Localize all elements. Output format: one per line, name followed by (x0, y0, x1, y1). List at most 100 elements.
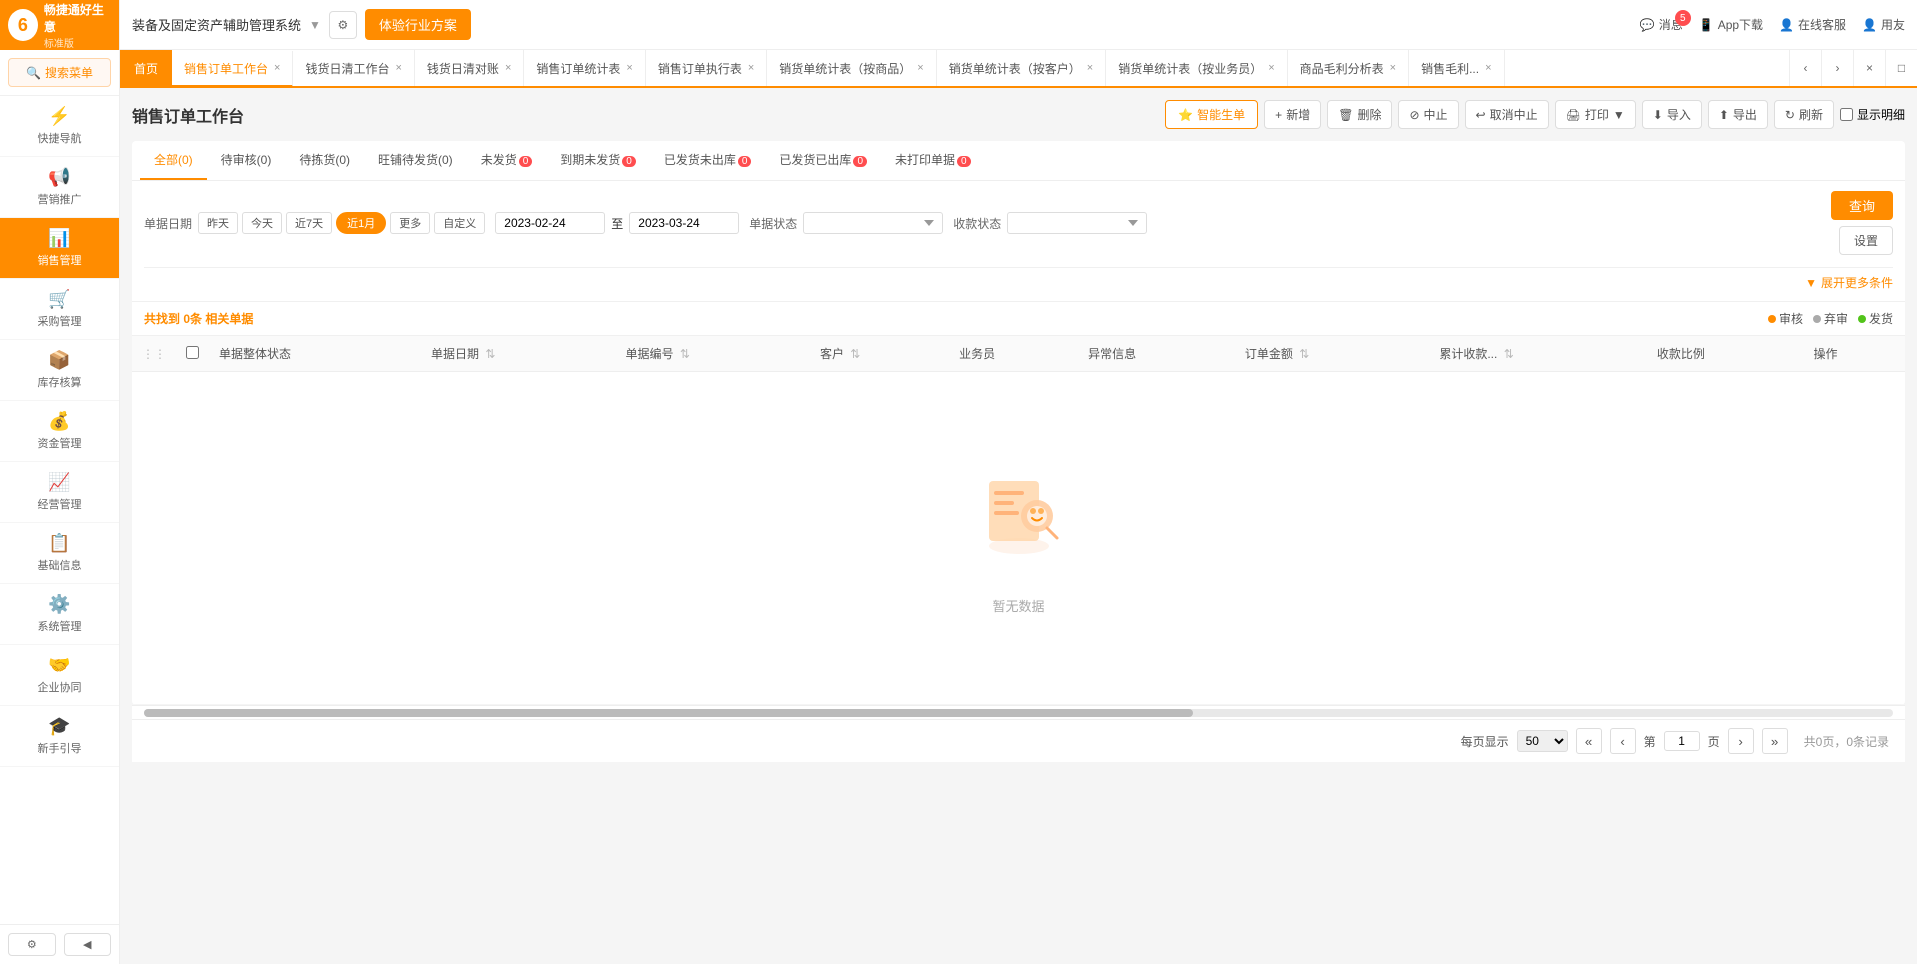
smart-create-button[interactable]: ⭐ 智能生单 (1165, 100, 1258, 129)
date-range-buttons: 昨天今天近7天近1月更多自定义 (198, 212, 485, 234)
filter-tab-shipped-not-out[interactable]: 已发货未出库0 (650, 141, 766, 180)
tab-close-sales-stats[interactable]: × (626, 62, 632, 74)
sidebar-item-finance[interactable]: 💰 资金管理 (0, 401, 119, 462)
add-button[interactable]: + 新增 (1264, 100, 1321, 129)
topbar-gear-button[interactable]: ⚙ (329, 11, 357, 39)
trash-icon: 🗑 (1338, 108, 1353, 122)
solution-button[interactable]: 体验行业方案 (365, 9, 471, 40)
tab-sales-stats[interactable]: 销售订单统计表× (524, 50, 645, 86)
filter-tab-wangpu-pending[interactable]: 旺铺待发货(0) (364, 141, 467, 180)
filter-tab-not-shipped[interactable]: 未发货0 (467, 141, 547, 180)
message-button[interactable]: 💬 消息 5 (1640, 16, 1683, 33)
tab-home[interactable]: 首页 (120, 50, 172, 86)
date-btn-昨天[interactable]: 昨天 (198, 212, 238, 234)
tab-close-all-button[interactable]: × (1853, 50, 1885, 86)
show-detail-checkbox[interactable] (1840, 108, 1853, 121)
user-button[interactable]: 👤 用友 (1862, 16, 1905, 33)
tab-close-cash-daily[interactable]: × (395, 62, 401, 74)
sidebar-item-sales[interactable]: 📊 销售管理 (0, 218, 119, 279)
filter-tab-shipped-out[interactable]: 已发货已出库0 (765, 141, 881, 180)
tab-next-button[interactable]: › (1821, 50, 1853, 86)
date-from-input[interactable] (495, 212, 605, 234)
sidebar-item-operation[interactable]: 📈 经营管理 (0, 462, 119, 523)
status-select[interactable] (803, 212, 943, 234)
payment-select[interactable] (1007, 212, 1147, 234)
show-detail-label[interactable]: 显示明细 (1840, 106, 1905, 123)
next-page-button[interactable]: › (1728, 728, 1754, 754)
online-service-button[interactable]: 👤 在线客服 (1779, 16, 1846, 33)
collapse-button[interactable]: ◀ (64, 933, 112, 956)
tab-prev-button[interactable]: ‹ (1789, 50, 1821, 86)
first-page-button[interactable]: « (1576, 728, 1602, 754)
tab-close-goods-stats-staff[interactable]: × (1268, 62, 1274, 74)
topbar-dropdown-icon[interactable]: ▼ (309, 18, 321, 32)
tab-close-goods-stats-product[interactable]: × (917, 62, 923, 74)
horizontal-scrollbar[interactable] (132, 705, 1905, 719)
date-btn-更多[interactable]: 更多 (390, 212, 430, 234)
filter-tab-pending-inspect[interactable]: 待拣货(0) (285, 141, 364, 180)
search-menu-button[interactable]: 🔍 搜索菜单 (8, 58, 111, 87)
tab-close-goods-stats-customer[interactable]: × (1087, 62, 1093, 74)
stop-label: 中止 (1424, 106, 1448, 123)
th-customer[interactable]: 客户 ⇅ (810, 336, 949, 372)
refresh-button[interactable]: ↻ 刷新 (1774, 100, 1834, 129)
sidebar-item-inventory[interactable]: 📦 库存核算 (0, 340, 119, 401)
set-button[interactable]: 设置 (1839, 226, 1893, 255)
tab-close-cash-reconcile[interactable]: × (505, 62, 511, 74)
tab-sales-workbench[interactable]: 销售订单工作台× (172, 51, 293, 87)
tab-sales-more[interactable]: 销售毛利...× (1409, 50, 1504, 86)
filter-tab-pending[interactable]: 待审核(0) (207, 141, 286, 180)
filter-tab-expired-not-shipped[interactable]: 到期未发货0 (546, 141, 650, 180)
scroll-thumb[interactable] (144, 709, 1193, 717)
date-btn-近7天[interactable]: 近7天 (286, 212, 332, 234)
prev-page-button[interactable]: ‹ (1610, 728, 1636, 754)
tab-cash-reconcile[interactable]: 钱货日清对账× (415, 50, 524, 86)
tab-cash-daily[interactable]: 钱货日清工作台× (293, 50, 414, 86)
import-button[interactable]: ⬇ 导入 (1642, 100, 1702, 129)
tab-close-sales-exec[interactable]: × (748, 62, 754, 74)
filter-tab-not-printed[interactable]: 未打印单据0 (881, 141, 985, 180)
sidebar-item-guide[interactable]: 🎓 新手引导 (0, 706, 119, 767)
tab-goods-stats-customer[interactable]: 销货单统计表（按客户）× (937, 50, 1106, 86)
tab-goods-stats-staff[interactable]: 销货单统计表（按业务员）× (1106, 50, 1287, 86)
delete-button[interactable]: 🗑 删除 (1327, 100, 1392, 129)
date-to-input[interactable] (629, 212, 739, 234)
th-collected[interactable]: 累计收款... ⇅ (1429, 336, 1647, 372)
page-input[interactable] (1664, 731, 1700, 751)
cancel-stop-button[interactable]: ↩ 取消中止 (1465, 100, 1549, 129)
per-page-select[interactable]: 102050100 (1517, 730, 1568, 752)
cancel-audit-action-button[interactable]: 弃审 (1813, 310, 1848, 327)
sidebar-item-marketing[interactable]: 📢 营销推广 (0, 157, 119, 218)
tab-close-sales-workbench[interactable]: × (274, 62, 280, 74)
sidebar-item-basic[interactable]: 📋 基础信息 (0, 523, 119, 584)
th-amount[interactable]: 订单金额 ⇅ (1235, 336, 1429, 372)
settings-button[interactable]: ⚙ (8, 933, 56, 956)
ship-action-button[interactable]: 发货 (1858, 310, 1893, 327)
date-btn-今天[interactable]: 今天 (242, 212, 282, 234)
sidebar-item-purchase[interactable]: 🛒 采购管理 (0, 279, 119, 340)
tab-close-sales-more[interactable]: × (1485, 62, 1491, 74)
sidebar-item-enterprise[interactable]: 🤝 企业协同 (0, 645, 119, 706)
th-date[interactable]: 单据日期 ⇅ (421, 336, 615, 372)
select-all-checkbox[interactable] (186, 346, 199, 359)
audit-action-button[interactable]: 审核 (1768, 310, 1803, 327)
date-btn-近1月[interactable]: 近1月 (336, 212, 386, 234)
stop-button[interactable]: ⊘ 中止 (1398, 100, 1458, 129)
sidebar-item-quick-nav[interactable]: ⚡ 快捷导航 (0, 96, 119, 157)
tab-sales-exec[interactable]: 销售订单执行表× (646, 50, 767, 86)
tab-close-goods-margin[interactable]: × (1390, 62, 1396, 74)
th-number[interactable]: 单据编号 ⇅ (615, 336, 809, 372)
tab-goods-stats-product[interactable]: 销货单统计表（按商品）× (767, 50, 936, 86)
export-button[interactable]: ⬆ 导出 (1708, 100, 1768, 129)
date-btn-自定义[interactable]: 自定义 (434, 212, 485, 234)
tab-goods-margin[interactable]: 商品毛利分析表× (1288, 50, 1409, 86)
sidebar-item-system[interactable]: ⚙️ 系统管理 (0, 584, 119, 645)
tab-maximize-button[interactable]: □ (1885, 50, 1917, 86)
app-download-button[interactable]: 📱 App下载 (1699, 16, 1763, 33)
print-button[interactable]: 🖨 打印 ▼ (1555, 100, 1636, 129)
query-button[interactable]: 查询 (1831, 191, 1893, 220)
last-page-button[interactable]: » (1762, 728, 1788, 754)
th-staff[interactable]: 业务员 (949, 336, 1078, 372)
expand-button[interactable]: ▼ 展开更多条件 (1805, 274, 1893, 291)
filter-tab-all[interactable]: 全部(0) (140, 141, 207, 180)
